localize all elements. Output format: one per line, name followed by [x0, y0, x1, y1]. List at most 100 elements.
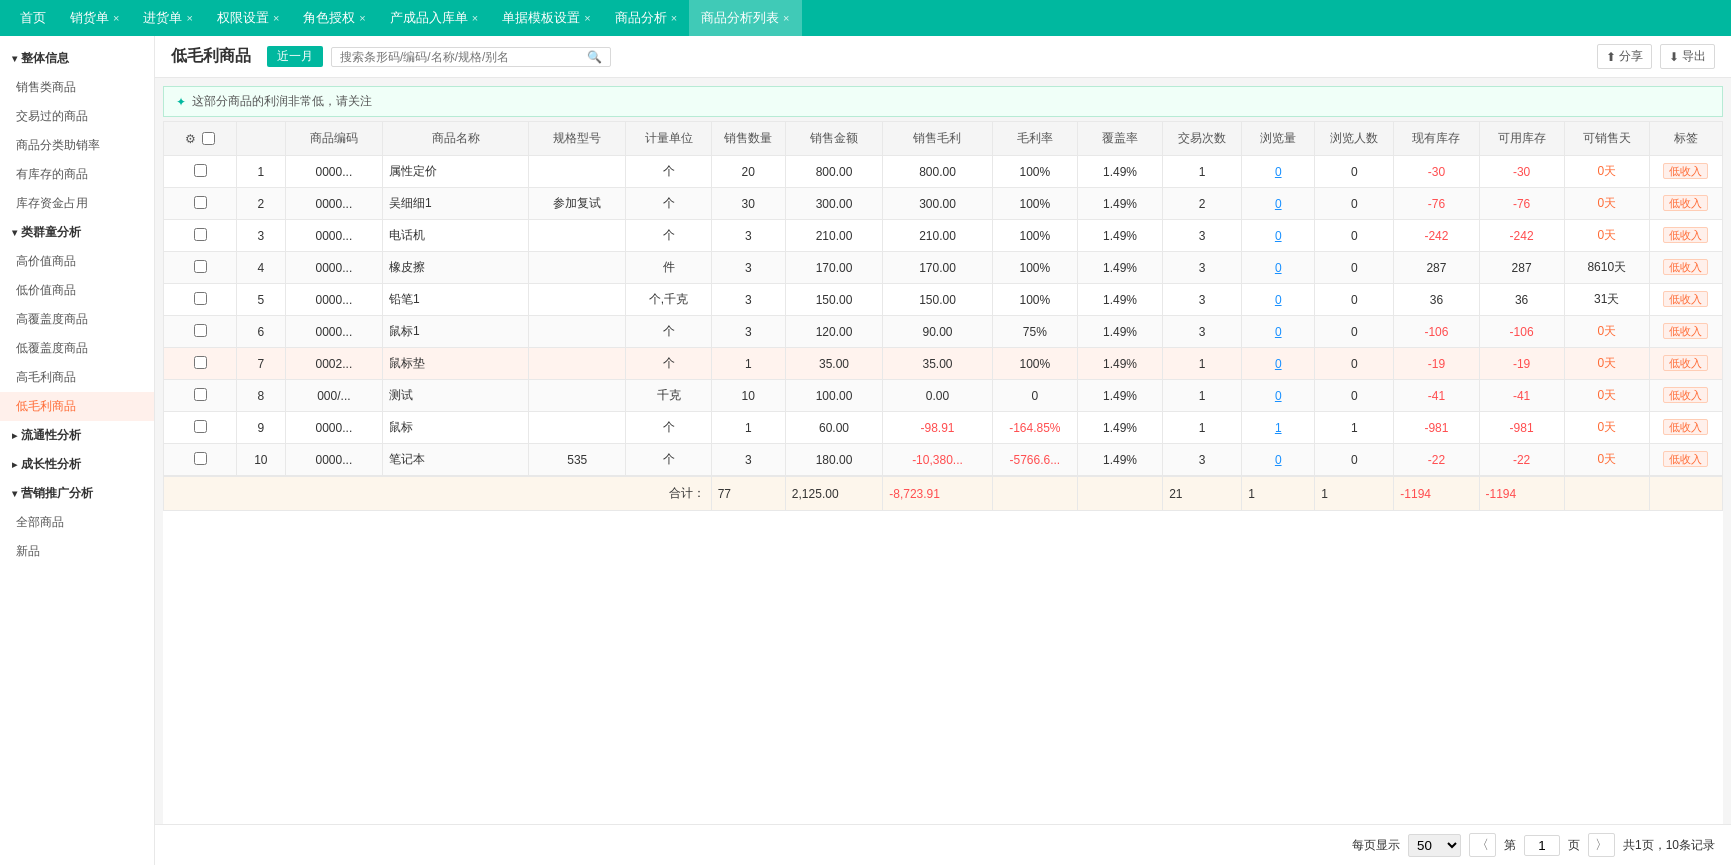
col-gross-rate[interactable]: 毛利率: [992, 122, 1077, 156]
row-checkbox[interactable]: [194, 452, 207, 465]
close-icon[interactable]: ×: [113, 12, 119, 24]
sidebar-item-高价值商品[interactable]: 高价值商品: [0, 247, 154, 276]
col-name[interactable]: 商品名称: [383, 122, 529, 156]
nav-item-销货单[interactable]: 销货单×: [58, 0, 131, 36]
sidebar-group-整体信息[interactable]: ▾整体信息: [0, 44, 154, 73]
close-icon[interactable]: ×: [584, 12, 590, 24]
sidebar-group-成长性分析[interactable]: ▸成长性分析: [0, 450, 154, 479]
sidebar-item-商品分类助销率[interactable]: 商品分类助销率: [0, 131, 154, 160]
sidebar: ▾整体信息销售类商品交易过的商品商品分类助销率有库存的商品库存资金占用▾类群童分…: [0, 36, 155, 865]
row-sales-price: 120.00: [785, 316, 882, 348]
row-browse1[interactable]: 0: [1242, 156, 1315, 188]
sidebar-item-低价值商品[interactable]: 低价值商品: [0, 276, 154, 305]
row-code: 0000...: [285, 220, 382, 252]
row-transaction: 3: [1163, 316, 1242, 348]
row-sales-price: 100.00: [785, 380, 882, 412]
nav-item-产成品入库单[interactable]: 产成品入库单×: [378, 0, 490, 36]
tag-badge: 低收入: [1663, 227, 1708, 243]
page-input[interactable]: [1524, 835, 1560, 856]
nav-item-首页[interactable]: 首页: [8, 0, 58, 36]
row-checkbox[interactable]: [194, 260, 207, 273]
sidebar-group-类群童分析[interactable]: ▾类群童分析: [0, 218, 154, 247]
col-sales-price[interactable]: 销售金额: [785, 122, 882, 156]
row-coverage: 1.49%: [1077, 444, 1162, 477]
col-settings[interactable]: ⚙: [164, 122, 237, 156]
close-icon[interactable]: ×: [359, 12, 365, 24]
col-tag[interactable]: 标签: [1649, 122, 1722, 156]
select-all-checkbox[interactable]: [202, 132, 215, 145]
row-checkbox[interactable]: [194, 388, 207, 401]
col-unit[interactable]: 计量单位: [626, 122, 711, 156]
period-button[interactable]: 近一月: [267, 46, 323, 67]
col-code[interactable]: 商品编码: [285, 122, 382, 156]
row-tag: 低收入: [1649, 188, 1722, 220]
row-browse1[interactable]: 0: [1242, 252, 1315, 284]
sidebar-item-交易过的商品[interactable]: 交易过的商品: [0, 102, 154, 131]
row-available: -41: [1479, 380, 1564, 412]
row-browse1[interactable]: 1: [1242, 412, 1315, 444]
close-icon[interactable]: ×: [472, 12, 478, 24]
row-checkbox[interactable]: [194, 196, 207, 209]
share-button[interactable]: ⬆ 分享: [1597, 44, 1652, 69]
col-sales-qty[interactable]: 销售数量: [711, 122, 785, 156]
sidebar-group-流通性分析[interactable]: ▸流通性分析: [0, 421, 154, 450]
row-checkbox[interactable]: [194, 324, 207, 337]
nav-item-商品分析列表[interactable]: 商品分析列表×: [689, 0, 801, 36]
col-available[interactable]: 可用库存: [1479, 122, 1564, 156]
col-saleable[interactable]: 可销售天: [1564, 122, 1649, 156]
nav-item-权限设置[interactable]: 权限设置×: [205, 0, 291, 36]
row-browse2: 0: [1315, 316, 1394, 348]
row-browse1[interactable]: 0: [1242, 284, 1315, 316]
search-icon[interactable]: 🔍: [587, 50, 602, 64]
row-browse1[interactable]: 0: [1242, 188, 1315, 220]
col-spec[interactable]: 规格型号: [529, 122, 626, 156]
nav-item-进货单[interactable]: 进货单×: [131, 0, 204, 36]
row-checkbox[interactable]: [194, 420, 207, 433]
row-spec: [529, 284, 626, 316]
col-transaction[interactable]: 交易次数: [1163, 122, 1242, 156]
row-settings: [164, 348, 237, 380]
sidebar-item-低覆盖度商品[interactable]: 低覆盖度商品: [0, 334, 154, 363]
per-page-select[interactable]: 50 100 200: [1408, 834, 1461, 857]
next-page-button[interactable]: 〉: [1588, 833, 1615, 857]
row-available: -106: [1479, 316, 1564, 348]
row-browse1[interactable]: 0: [1242, 348, 1315, 380]
prev-page-button[interactable]: 〈: [1469, 833, 1496, 857]
sidebar-item-全部商品[interactable]: 全部商品: [0, 508, 154, 537]
row-coverage: 1.49%: [1077, 188, 1162, 220]
nav-item-角色授权[interactable]: 角色授权×: [291, 0, 377, 36]
sidebar-item-销售类商品[interactable]: 销售类商品: [0, 73, 154, 102]
row-checkbox[interactable]: [194, 164, 207, 177]
nav-item-商品分析[interactable]: 商品分析×: [603, 0, 689, 36]
row-browse1[interactable]: 0: [1242, 220, 1315, 252]
sidebar-item-高毛利商品[interactable]: 高毛利商品: [0, 363, 154, 392]
col-browse1[interactable]: 浏览量: [1242, 122, 1315, 156]
sidebar-item-新品[interactable]: 新品: [0, 537, 154, 566]
sidebar-item-库存资金占用[interactable]: 库存资金占用: [0, 189, 154, 218]
sidebar-group-营销推广分析[interactable]: ▾营销推广分析: [0, 479, 154, 508]
row-browse1[interactable]: 0: [1242, 380, 1315, 412]
col-sales-profit[interactable]: 销售毛利: [883, 122, 993, 156]
sidebar-item-高覆盖度商品[interactable]: 高覆盖度商品: [0, 305, 154, 334]
close-icon[interactable]: ×: [186, 12, 192, 24]
row-checkbox[interactable]: [194, 356, 207, 369]
export-button[interactable]: ⬇ 导出: [1660, 44, 1715, 69]
settings-icon[interactable]: ⚙: [185, 132, 196, 146]
row-unit: 个: [626, 188, 711, 220]
row-checkbox[interactable]: [194, 292, 207, 305]
nav-item-单据模板设置[interactable]: 单据模板设置×: [490, 0, 602, 36]
row-checkbox[interactable]: [194, 228, 207, 241]
row-browse1[interactable]: 0: [1242, 444, 1315, 477]
row-browse1[interactable]: 0: [1242, 316, 1315, 348]
sidebar-item-有库存的商品[interactable]: 有库存的商品: [0, 160, 154, 189]
sidebar-item-低毛利商品[interactable]: 低毛利商品: [0, 392, 154, 421]
col-current-stock[interactable]: 现有库存: [1394, 122, 1479, 156]
row-no: 8: [237, 380, 286, 412]
col-coverage[interactable]: 覆盖率: [1077, 122, 1162, 156]
col-browse2[interactable]: 浏览人数: [1315, 122, 1394, 156]
close-icon[interactable]: ×: [273, 12, 279, 24]
search-input[interactable]: [340, 50, 583, 64]
close-icon[interactable]: ×: [783, 12, 789, 24]
table-container[interactable]: ⚙商品编码商品名称规格型号计量单位销售数量销售金额销售毛利毛利率覆盖率交易次数浏…: [163, 121, 1723, 824]
close-icon[interactable]: ×: [671, 12, 677, 24]
